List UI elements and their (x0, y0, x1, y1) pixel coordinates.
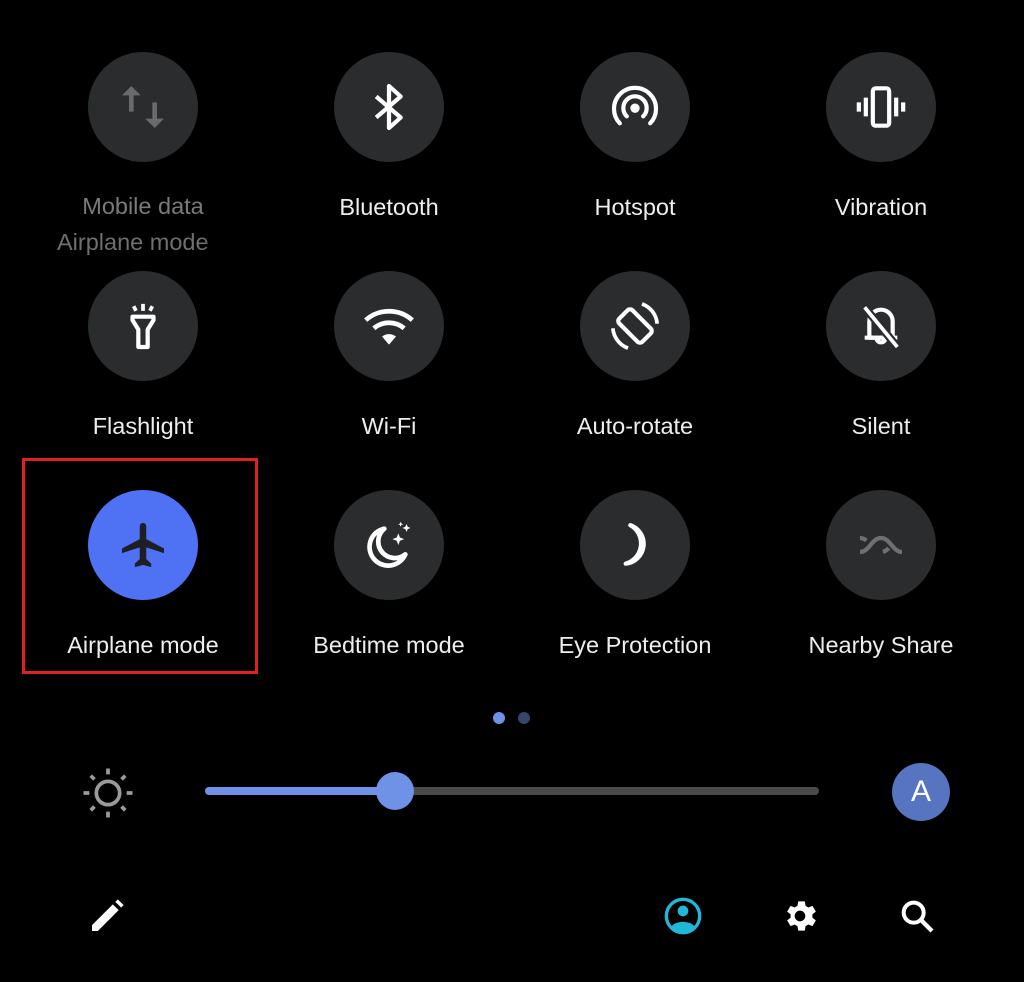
tile-label: Eye Protection (558, 632, 712, 658)
eye-protection-toggle[interactable] (580, 490, 690, 600)
tile-label: Wi-Fi (361, 413, 417, 439)
user-profile-icon (664, 897, 702, 935)
silent-toggle[interactable] (826, 271, 936, 381)
tile-nearby-share[interactable]: Nearby Share (758, 490, 1004, 663)
flashlight-icon (130, 303, 156, 350)
auto-rotate-icon (610, 302, 660, 350)
vibration-toggle[interactable] (826, 52, 936, 162)
bluetooth-toggle[interactable] (334, 52, 444, 162)
tile-label: Bluetooth (339, 194, 439, 220)
wifi-icon (364, 308, 414, 345)
tile-label: Hotspot (594, 194, 676, 220)
tile-bedtime-mode[interactable]: Bedtime mode (266, 490, 512, 663)
edit-button[interactable] (85, 894, 129, 938)
vibration-icon (856, 86, 906, 128)
tile-flashlight[interactable]: Flashlight (20, 271, 266, 444)
page-dot-2[interactable] (518, 712, 530, 724)
tile-hotspot[interactable]: Hotspot (512, 52, 758, 225)
tile-sublabel: Airplane mode (57, 229, 209, 255)
tile-label: Vibration (834, 194, 928, 220)
bedtime-mode-toggle[interactable] (334, 490, 444, 600)
tile-label: Nearby Share (808, 632, 954, 658)
brightness-slider[interactable] (205, 772, 819, 810)
tile-auto-rotate[interactable]: Auto-rotate (512, 271, 758, 444)
eye-protection-icon (623, 523, 646, 566)
auto-rotate-toggle[interactable] (580, 271, 690, 381)
tile-eye-protection[interactable]: Eye Protection (512, 490, 758, 663)
edit-icon (92, 899, 124, 931)
search-icon (901, 900, 934, 933)
search-button[interactable] (895, 894, 939, 938)
settings-icon (787, 901, 816, 931)
airplane-mode-highlight-box (22, 458, 258, 674)
brightness-slider-fill (205, 787, 396, 795)
hotspot-icon (611, 85, 659, 126)
bluetooth-icon (374, 83, 403, 131)
nearby-share-toggle[interactable] (826, 490, 936, 600)
nearby-share-icon (859, 535, 903, 555)
tile-label: Bedtime mode (313, 632, 465, 658)
tile-vibration[interactable]: Vibration (758, 52, 1004, 225)
brightness-icon (80, 765, 136, 821)
tile-label: Auto-rotate (576, 413, 694, 439)
mobile-data-icon (122, 86, 164, 128)
tile-label: Silent (851, 413, 911, 439)
page-dot-1[interactable] (493, 712, 505, 724)
auto-brightness-button[interactable]: A (892, 763, 950, 821)
user-profile-button[interactable] (661, 894, 705, 938)
tile-mobile-data[interactable]: Mobile data Airplane mode (20, 52, 266, 260)
silent-icon (861, 304, 901, 350)
settings-button[interactable] (778, 894, 822, 938)
bedtime-icon (367, 521, 411, 568)
tile-silent[interactable]: Silent (758, 271, 1004, 444)
wifi-toggle[interactable] (334, 271, 444, 381)
brightness-slider-thumb[interactable] (376, 772, 415, 810)
hotspot-toggle[interactable] (580, 52, 690, 162)
tile-bluetooth[interactable]: Bluetooth (266, 52, 512, 225)
flashlight-toggle[interactable] (88, 271, 198, 381)
mobile-data-toggle[interactable] (88, 52, 198, 162)
tile-label: Flashlight (92, 413, 194, 439)
tile-label: Mobile data (82, 193, 204, 219)
tile-wifi[interactable]: Wi-Fi (266, 271, 512, 444)
